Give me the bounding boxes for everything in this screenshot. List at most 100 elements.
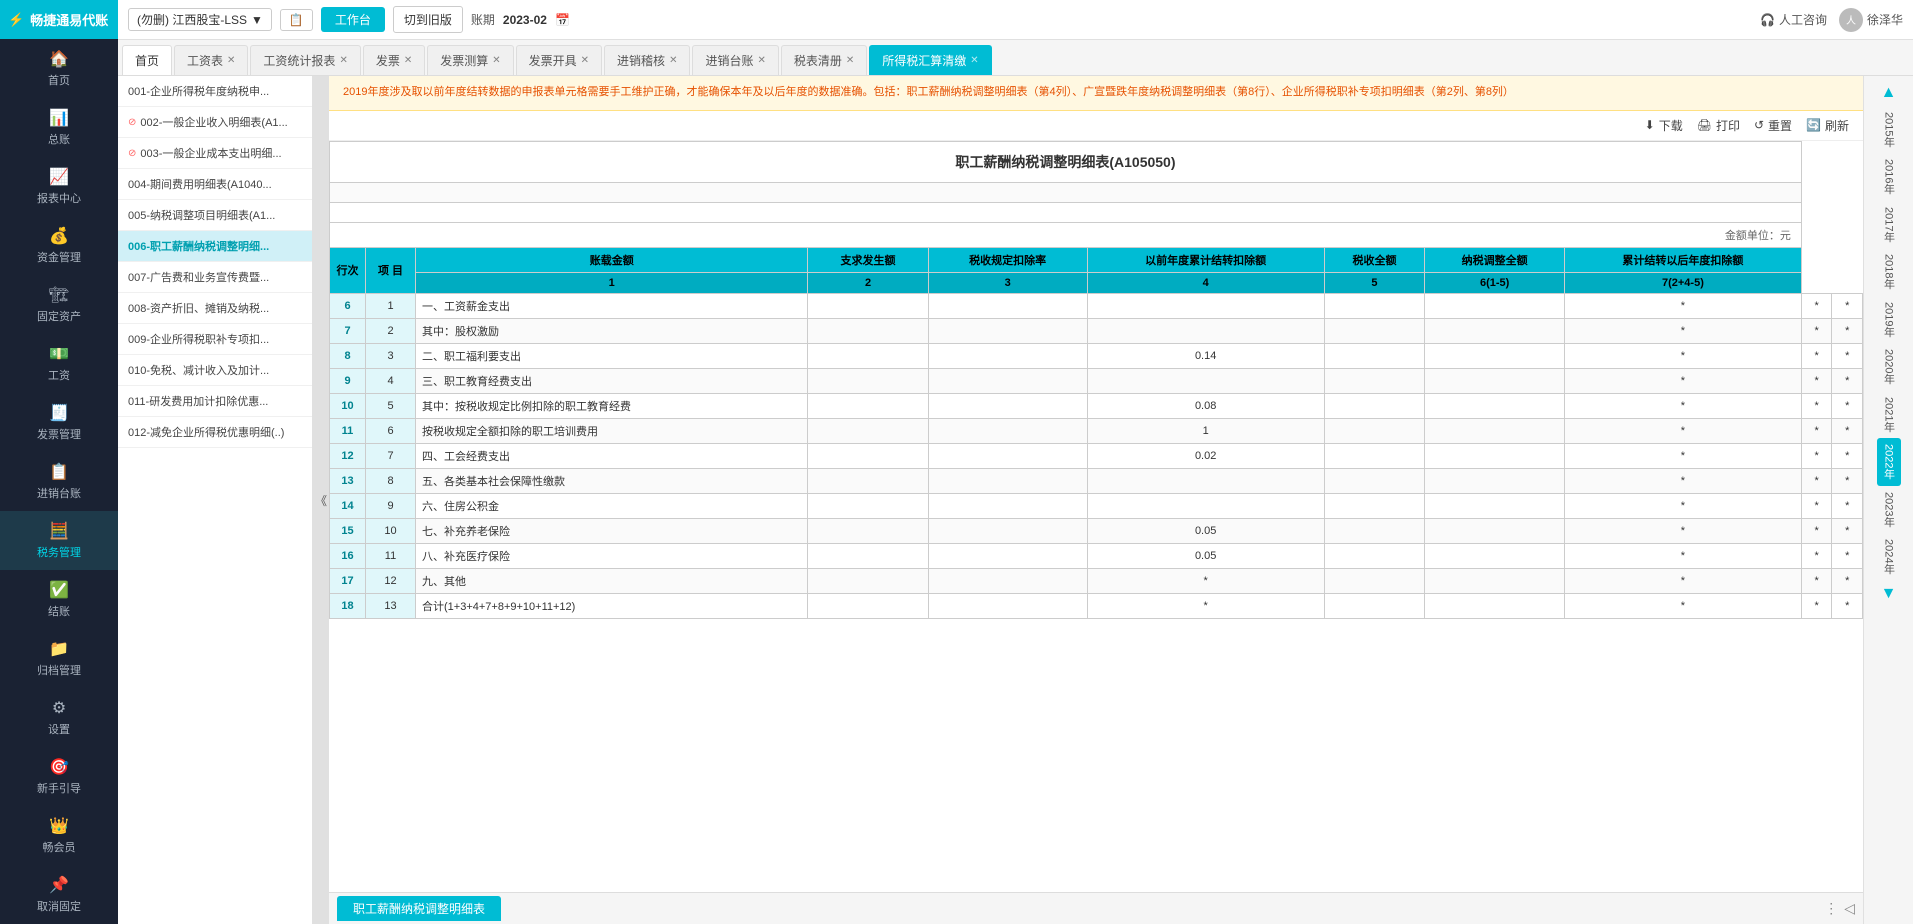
c6-cell[interactable]: * xyxy=(1564,568,1801,593)
c4-cell[interactable] xyxy=(1324,468,1425,493)
c5-cell[interactable] xyxy=(1425,393,1565,418)
c4-cell[interactable] xyxy=(1324,343,1425,368)
c8-cell[interactable]: * xyxy=(1832,418,1863,443)
c3-cell[interactable]: 0.05 xyxy=(1087,518,1324,543)
sidebar-item-新手引导[interactable]: 🎯新手引导 xyxy=(0,747,118,806)
c4-cell[interactable] xyxy=(1324,393,1425,418)
c8-cell[interactable]: * xyxy=(1832,318,1863,343)
doc-item-004[interactable]: 004-期间费用明细表(A1040... xyxy=(118,169,312,200)
c4-cell[interactable] xyxy=(1324,568,1425,593)
c7-cell[interactable]: * xyxy=(1801,468,1832,493)
c1-cell[interactable] xyxy=(808,493,928,518)
tab-5[interactable]: 发票开具✕ xyxy=(516,45,602,75)
download-button[interactable]: ⬇ 下载 xyxy=(1645,117,1683,134)
tab-6[interactable]: 进销稽核✕ xyxy=(604,45,690,75)
c2-cell[interactable] xyxy=(928,543,1087,568)
year-item-2022年[interactable]: 2022年 xyxy=(1877,438,1901,485)
c4-cell[interactable] xyxy=(1324,543,1425,568)
doc-item-002[interactable]: ⊘002-一般企业收入明细表(A1... xyxy=(118,107,312,138)
print-button[interactable]: 🖨 打印 xyxy=(1697,117,1740,134)
c2-cell[interactable] xyxy=(928,568,1087,593)
tab-close-2[interactable]: ✕ xyxy=(339,55,347,66)
c3-cell[interactable]: 0.14 xyxy=(1087,343,1324,368)
c5-cell[interactable] xyxy=(1425,418,1565,443)
support-btn[interactable]: 🎧 人工咨询 xyxy=(1760,11,1827,28)
user-menu[interactable]: 人 徐泽华 xyxy=(1839,8,1903,32)
doc-item-005[interactable]: 005-纳税调整项目明细表(A1... xyxy=(118,200,312,231)
tab-close-5[interactable]: ✕ xyxy=(581,55,589,66)
sidebar-item-固定资产[interactable]: 🏗固定资产 xyxy=(0,275,118,334)
year-item-2015年[interactable]: 2015年 xyxy=(1877,106,1901,153)
c1-cell[interactable] xyxy=(808,393,928,418)
c4-cell[interactable] xyxy=(1324,418,1425,443)
sidebar-item-首页[interactable]: 🏠首页 xyxy=(0,39,118,98)
c6-cell[interactable]: * xyxy=(1564,443,1801,468)
c8-cell[interactable]: * xyxy=(1832,468,1863,493)
sidebar-item-资金管理[interactable]: 💰资金管理 xyxy=(0,216,118,275)
doc-item-009[interactable]: 009-企业所得税职补专项扣... xyxy=(118,324,312,355)
year-down-nav[interactable]: ▼ xyxy=(1877,581,1901,607)
c6-cell[interactable]: * xyxy=(1564,393,1801,418)
doc-item-006[interactable]: 006-职工薪酬纳税调整明细... xyxy=(118,231,312,262)
c8-cell[interactable]: * xyxy=(1832,293,1863,318)
c6-cell[interactable]: * xyxy=(1564,493,1801,518)
sidebar-item-税务管理[interactable]: 🧮税务管理 xyxy=(0,511,118,570)
doc-item-003[interactable]: ⊘003-一般企业成本支出明细... xyxy=(118,138,312,169)
c8-cell[interactable]: * xyxy=(1832,368,1863,393)
c3-cell[interactable] xyxy=(1087,318,1324,343)
workbench-button[interactable]: 工作台 xyxy=(321,7,385,32)
c3-cell[interactable] xyxy=(1087,468,1324,493)
c8-cell[interactable]: * xyxy=(1832,568,1863,593)
c7-cell[interactable]: * xyxy=(1801,593,1832,618)
c2-cell[interactable] xyxy=(928,368,1087,393)
tab-7[interactable]: 进销台账✕ xyxy=(692,45,778,75)
c6-cell[interactable]: * xyxy=(1564,293,1801,318)
c1-cell[interactable] xyxy=(808,468,928,493)
tab-2[interactable]: 工资统计报表✕ xyxy=(250,45,360,75)
sidebar-item-发票管理[interactable]: 🧾发票管理 xyxy=(0,393,118,452)
c6-cell[interactable]: * xyxy=(1564,518,1801,543)
c3-cell[interactable]: * xyxy=(1087,568,1324,593)
year-item-2021年[interactable]: 2021年 xyxy=(1877,391,1901,438)
year-item-2023年[interactable]: 2023年 xyxy=(1877,486,1901,533)
year-item-2024年[interactable]: 2024年 xyxy=(1877,533,1901,580)
tab-close-7[interactable]: ✕ xyxy=(757,55,765,66)
year-item-2017年[interactable]: 2017年 xyxy=(1877,201,1901,248)
doc-item-012[interactable]: 012-减免企业所得税优惠明细(..) xyxy=(118,417,312,448)
reset-button[interactable]: ↺ 重置 xyxy=(1754,117,1792,134)
bottom-scroll-icon[interactable]: ◁ xyxy=(1844,900,1855,917)
doc-item-010[interactable]: 010-免税、减计收入及加计... xyxy=(118,355,312,386)
tab-1[interactable]: 工资表✕ xyxy=(174,45,248,75)
year-item-2019年[interactable]: 2019年 xyxy=(1877,296,1901,343)
tab-close-4[interactable]: ✕ xyxy=(492,55,500,66)
sidebar-item-工资[interactable]: 💵工资 xyxy=(0,334,118,393)
tab-0[interactable]: 首页 xyxy=(122,45,172,75)
c5-cell[interactable] xyxy=(1425,518,1565,543)
c7-cell[interactable]: * xyxy=(1801,368,1832,393)
refresh-button[interactable]: 🔄 刷新 xyxy=(1806,117,1849,134)
c2-cell[interactable] xyxy=(928,293,1087,318)
c7-cell[interactable]: * xyxy=(1801,418,1832,443)
tab-close-1[interactable]: ✕ xyxy=(227,55,235,66)
doc-item-001[interactable]: 001-企业所得税年度纳税申... xyxy=(118,76,312,107)
c8-cell[interactable]: * xyxy=(1832,543,1863,568)
c5-cell[interactable] xyxy=(1425,368,1565,393)
doc-item-008[interactable]: 008-资产折旧、摊销及纳税... xyxy=(118,293,312,324)
c2-cell[interactable] xyxy=(928,593,1087,618)
c1-cell[interactable] xyxy=(808,293,928,318)
year-item-2018年[interactable]: 2018年 xyxy=(1877,248,1901,295)
sidebar-item-结账[interactable]: ✅结账 xyxy=(0,570,118,629)
c6-cell[interactable]: * xyxy=(1564,468,1801,493)
c1-cell[interactable] xyxy=(808,318,928,343)
bottom-tab[interactable]: 职工薪酬纳税调整明细表 xyxy=(337,896,501,921)
c8-cell[interactable]: * xyxy=(1832,443,1863,468)
c1-cell[interactable] xyxy=(808,368,928,393)
c3-cell[interactable] xyxy=(1087,368,1324,393)
c2-cell[interactable] xyxy=(928,393,1087,418)
c6-cell[interactable]: * xyxy=(1564,318,1801,343)
panel-collapse-toggle[interactable]: 《 xyxy=(313,76,329,924)
c8-cell[interactable]: * xyxy=(1832,393,1863,418)
tab-9[interactable]: 所得税汇算清缴✕ xyxy=(869,45,991,75)
c3-cell[interactable] xyxy=(1087,493,1324,518)
c7-cell[interactable]: * xyxy=(1801,493,1832,518)
